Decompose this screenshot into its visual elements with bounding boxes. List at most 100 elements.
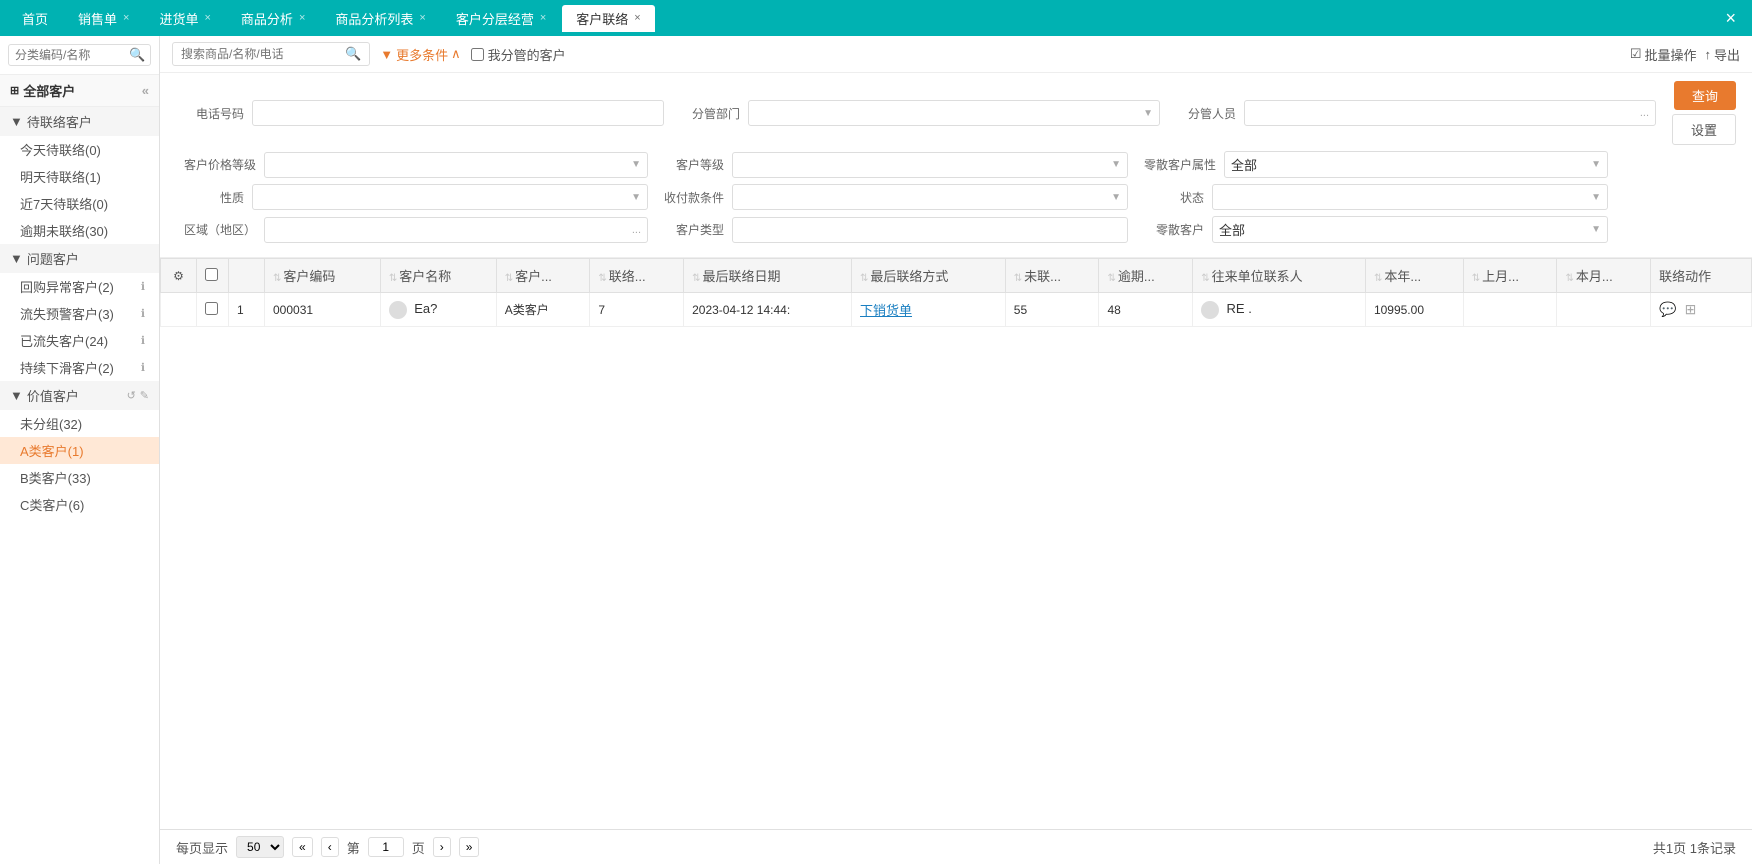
sidebar-item-tomorrow-contact[interactable]: 明天待联络(1) [0,163,159,190]
close-tab-purchase-icon[interactable]: × [204,12,210,24]
close-tab-sales-icon[interactable]: × [123,12,129,24]
info-icon-churn-warning: ℹ [141,307,145,320]
col-this-month[interactable]: ⇅本月... [1557,259,1651,293]
sidebar-collapse-btn[interactable]: « [142,83,149,98]
col-last-contact-method[interactable]: ⇅最后联络方式 [852,259,1006,293]
close-tab-customer-segment-icon[interactable]: × [540,12,546,24]
field-payment-input[interactable]: ▼ [732,184,1128,210]
sidebar-item-7day-contact[interactable]: 近7天待联络(0) [0,190,159,217]
unit-contact-avatar [1201,301,1219,319]
field-retail-customer-input[interactable]: 全部▼ [1212,216,1608,243]
sidebar-item-churned[interactable]: 已流失客户(24) ℹ [0,327,159,354]
sidebar-search-area: 🔍 [0,36,159,75]
sidebar-item-class-a[interactable]: A类客户(1) [0,437,159,464]
field-customer-grade: 客户等级 ▼ [656,152,1136,178]
avatar [389,301,407,319]
sidebar-item-abnormal-repurchase[interactable]: 回购异常客户(2) ℹ [0,273,159,300]
col-overdue[interactable]: ⇅逾期... [1099,259,1193,293]
field-manager-input[interactable]: ... [1244,100,1656,126]
total-info: 共1页 1条记录 [1653,838,1736,857]
filter-right-actions: ☑ 批量操作 ↑ 导出 [1630,45,1740,64]
close-tab-analysis-list-icon[interactable]: × [419,12,425,24]
more-action-icon[interactable]: ⊞ [1685,301,1697,318]
row-select-checkbox[interactable] [205,302,218,315]
more-filters-btn[interactable]: ▼ 更多条件 ∧ [380,45,460,64]
sidebar-group-pending-contact[interactable]: ▼ 待联络客户 [0,107,159,136]
field-payment: 收付款条件 ▼ [656,184,1136,210]
field-retail-attr: 零散客户属性 全部▼ [1136,151,1616,178]
next-page-btn[interactable]: › [433,837,451,857]
row-index-cell: 1 [229,293,265,327]
sidebar-search-icon[interactable]: 🔍 [129,47,145,63]
prev-page-btn[interactable]: ‹ [321,837,339,857]
close-tab-customer-contact-icon[interactable]: × [634,12,640,24]
nav-tab-customer-segment[interactable]: 客户分层经营 × [442,5,560,32]
export-btn[interactable]: ↑ 导出 [1704,45,1740,64]
field-dept-input[interactable]: ▼ [748,100,1160,126]
field-customer-type-input[interactable] [732,217,1128,243]
col-this-year[interactable]: ⇅本年... [1365,259,1463,293]
row-last-contact-method-cell[interactable]: 下销货单 [852,293,1006,327]
sidebar-item-declining[interactable]: 持续下滑客户(2) ℹ [0,354,159,381]
sidebar-item-class-c[interactable]: C类客户(6) [0,491,159,518]
row-checkbox-cell [197,293,229,327]
sidebar-item-churn-warning[interactable]: 流失预警客户(3) ℹ [0,300,159,327]
select-all-checkbox[interactable] [205,268,218,281]
sidebar-group-value-customer[interactable]: ▼ 价值客户 ↺ ✎ [0,381,159,410]
nav-tab-analysis[interactable]: 商品分析 × [227,5,319,32]
all-customers-header[interactable]: ⊞ 全部客户 « [0,75,159,107]
row-last-month-cell [1463,293,1557,327]
customer-table: ⚙ ⇅客户编码 ⇅客户名称 ⇅客户... ⇅联络... ⇅最后联络日期 ⇅最后联… [160,258,1752,327]
contact-action-icon[interactable]: 💬 [1659,301,1676,318]
page-input[interactable] [368,837,404,857]
nav-tab-purchase[interactable]: 进货单 × [145,5,224,32]
filter-search-input[interactable] [181,47,341,61]
advanced-filter: 电话号码 分管部门 ▼ 分管人员 ... 查询 设置 [160,73,1752,258]
col-actions: 联络动作 [1651,259,1752,293]
sidebar-item-today-contact[interactable]: 今天待联络(0) [0,136,159,163]
row-no-contact-cell: 55 [1005,293,1099,327]
col-settings[interactable]: ⚙ [161,259,197,293]
col-unit-contact[interactable]: ⇅往来单位联系人 [1193,259,1366,293]
sidebar-group-problem-customer[interactable]: ▼ 问题客户 [0,244,159,273]
row-this-month-cell [1557,293,1651,327]
query-button[interactable]: 查询 [1674,81,1736,110]
row-code-cell: 000031 [265,293,381,327]
field-region-input[interactable]: ... [264,217,648,243]
col-no-contact[interactable]: ⇅未联... [1005,259,1099,293]
col-grade[interactable]: ⇅客户... [496,259,590,293]
nav-tab-home[interactable]: 首页 [8,5,62,32]
filter-search-icon[interactable]: 🔍 [345,46,361,62]
sidebar-item-class-b[interactable]: B类客户(33) [0,464,159,491]
sidebar-item-overdue-contact[interactable]: 逾期未联络(30) [0,217,159,244]
first-page-btn[interactable]: « [292,837,313,857]
adv-filter-row-1: 电话号码 分管部门 ▼ 分管人员 ... 查询 设置 [176,81,1736,145]
col-name[interactable]: ⇅客户名称 [380,259,496,293]
nav-tab-customer-contact[interactable]: 客户联络 × [562,5,654,32]
batch-operation-btn[interactable]: ☑ 批量操作 [1630,45,1697,64]
per-page-select[interactable]: 50 [236,836,284,858]
field-manager: 分管人员 ... [1168,100,1664,126]
col-code[interactable]: ⇅客户编码 [265,259,381,293]
field-price-grade-input[interactable]: ▼ [264,152,648,178]
refresh-icon[interactable]: ↺ [127,389,136,402]
col-last-month[interactable]: ⇅上月... [1463,259,1557,293]
nav-tab-analysis-list[interactable]: 商品分析列表 × [321,5,439,32]
close-all-btn[interactable]: × [1717,8,1744,29]
col-last-contact-date[interactable]: ⇅最后联络日期 [684,259,852,293]
field-nature-input[interactable]: ▼ [252,184,648,210]
sidebar-item-unclassified[interactable]: 未分组(32) [0,410,159,437]
top-nav: 首页 销售单 × 进货单 × 商品分析 × 商品分析列表 × 客户分层经营 × … [0,0,1752,36]
edit-value-icon[interactable]: ✎ [140,389,149,402]
close-tab-analysis-icon[interactable]: × [299,12,305,24]
col-contact[interactable]: ⇅联络... [590,259,684,293]
row-contact-cell: 7 [590,293,684,327]
field-customer-grade-input[interactable]: ▼ [732,152,1128,178]
my-customers-checkbox[interactable] [471,48,484,61]
field-retail-attr-input[interactable]: 全部▼ [1224,151,1608,178]
last-page-btn[interactable]: » [459,837,480,857]
field-phone-input[interactable] [252,100,664,126]
field-status-input[interactable]: ▼ [1212,184,1608,210]
nav-tab-sales[interactable]: 销售单 × [64,5,143,32]
settings-button[interactable]: 设置 [1672,114,1736,145]
